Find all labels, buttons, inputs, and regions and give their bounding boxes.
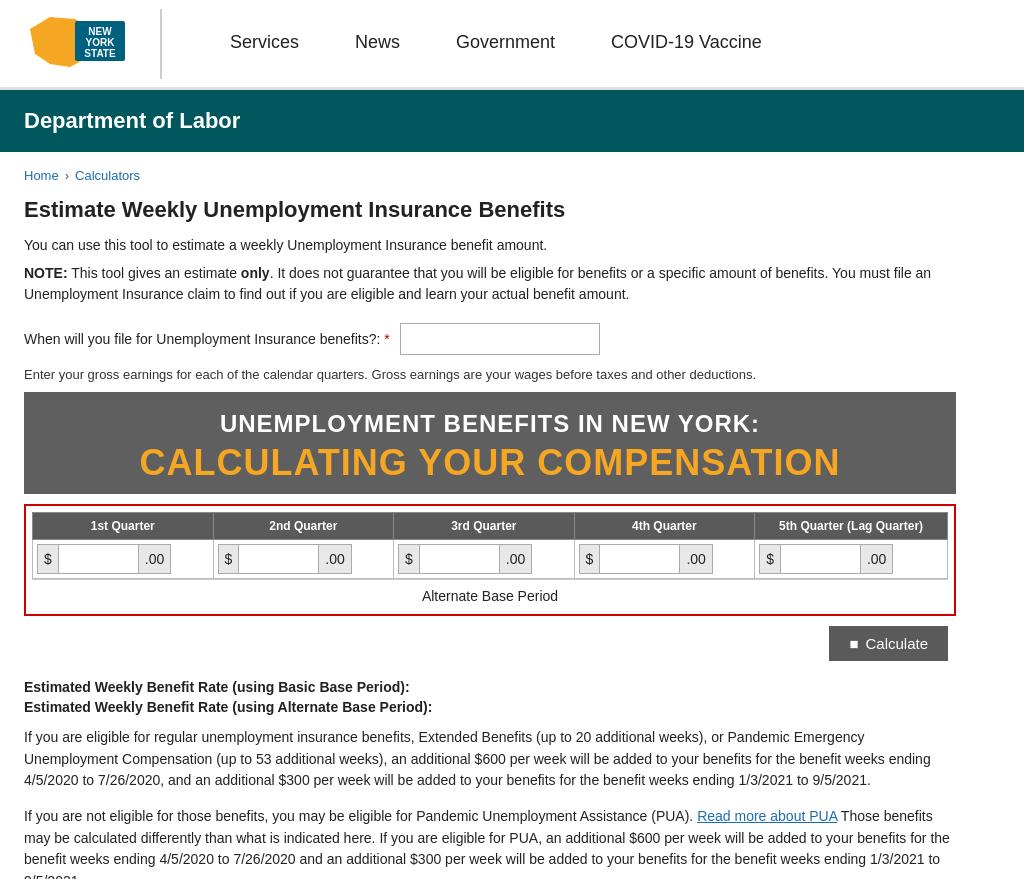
breadcrumb-home[interactable]: Home: [24, 168, 59, 183]
body-text-1: If you are eligible for regular unemploy…: [24, 727, 956, 792]
quarter-input-1[interactable]: [58, 544, 138, 574]
breadcrumb: Home › Calculators: [24, 168, 956, 183]
breadcrumb-separator: ›: [65, 168, 69, 183]
top-navigation: NEW YORK STATE Services News Government …: [0, 0, 1024, 90]
results-section: Estimated Weekly Benefit Rate (using Bas…: [24, 679, 956, 715]
department-banner: Department of Labor: [0, 90, 1024, 152]
svg-text:YORK: YORK: [86, 37, 116, 48]
department-title: Department of Labor: [24, 108, 240, 133]
quarters-table: 1st Quarter 2nd Quarter 3rd Quarter 4th …: [32, 512, 948, 579]
quarter-input-4[interactable]: [599, 544, 679, 574]
cents-label-2: .00: [318, 544, 351, 574]
nav-item-government[interactable]: Government: [428, 0, 583, 89]
quarter-input-cell-4: $ .00: [574, 540, 755, 579]
dollar-sign-1: $: [37, 544, 58, 574]
nav-links: Services News Government COVID-19 Vaccin…: [202, 0, 1004, 89]
basic-result-label: Estimated Weekly Benefit Rate (using Bas…: [24, 679, 956, 695]
earnings-description: Enter your gross earnings for each of th…: [24, 367, 956, 382]
nav-item-services[interactable]: Services: [202, 0, 327, 89]
svg-text:NEW: NEW: [88, 26, 112, 37]
cents-label-5: .00: [860, 544, 893, 574]
calculate-button[interactable]: ■ Calculate: [829, 626, 948, 661]
dollar-sign-2: $: [218, 544, 239, 574]
date-section: When will you file for Unemployment Insu…: [24, 323, 956, 355]
breadcrumb-calculators[interactable]: Calculators: [75, 168, 140, 183]
quarter-input-2[interactable]: [238, 544, 318, 574]
svg-text:STATE: STATE: [84, 48, 116, 59]
quarter-header-2: 2nd Quarter: [213, 513, 394, 540]
intro-text: You can use this tool to estimate a week…: [24, 237, 956, 253]
dollar-sign-5: $: [759, 544, 780, 574]
body-para1: If you are eligible for regular unemploy…: [24, 727, 956, 792]
page-title: Estimate Weekly Unemployment Insurance B…: [24, 197, 956, 223]
quarter-input-3[interactable]: [419, 544, 499, 574]
quarter-input-5[interactable]: [780, 544, 860, 574]
note-box: NOTE: This tool gives an estimate only. …: [24, 263, 956, 305]
body-text-2: If you are not eligible for those benefi…: [24, 806, 956, 879]
required-indicator: *: [384, 331, 389, 347]
date-label: When will you file for Unemployment Insu…: [24, 331, 390, 347]
quarter-header-5: 5th Quarter (Lag Quarter): [755, 513, 948, 540]
dollar-sign-3: $: [398, 544, 419, 574]
alt-base-period-label: Alternate Base Period: [32, 579, 948, 608]
calculate-row: ■ Calculate: [24, 626, 956, 661]
logo-area: NEW YORK STATE: [20, 9, 162, 79]
calc-icon: ■: [849, 635, 858, 652]
ny-state-logo[interactable]: NEW YORK STATE: [20, 9, 130, 79]
quarters-highlight-box: 1st Quarter 2nd Quarter 3rd Quarter 4th …: [24, 504, 956, 616]
date-field-row: When will you file for Unemployment Insu…: [24, 323, 956, 355]
alt-result-label: Estimated Weekly Benefit Rate (using Alt…: [24, 699, 956, 715]
body-para2: If you are not eligible for those benefi…: [24, 806, 956, 879]
quarter-header-3: 3rd Quarter: [394, 513, 575, 540]
note-text: This tool gives an estimate only. It doe…: [24, 265, 931, 302]
cents-label-1: .00: [138, 544, 171, 574]
overlay-banner: UNEMPLOYMENT BENEFITS IN NEW YORK: CALCU…: [24, 392, 956, 494]
quarter-header-4: 4th Quarter: [574, 513, 755, 540]
quarter-input-cell-1: $ .00: [33, 540, 214, 579]
nav-item-news[interactable]: News: [327, 0, 428, 89]
overlay-line1: UNEMPLOYMENT BENEFITS IN NEW YORK:: [34, 410, 946, 438]
quarter-input-cell-3: $ .00: [394, 540, 575, 579]
cents-label-3: .00: [499, 544, 532, 574]
overlay-line2: CALCULATING YOUR COMPENSATION: [34, 442, 946, 484]
quarter-input-cell-2: $ .00: [213, 540, 394, 579]
calc-button-label: Calculate: [865, 635, 928, 652]
cents-label-4: .00: [679, 544, 712, 574]
note-label: NOTE:: [24, 265, 68, 281]
main-content: Home › Calculators Estimate Weekly Unemp…: [0, 152, 980, 879]
pua-link[interactable]: Read more about PUA: [697, 808, 837, 824]
body-text-2-before: If you are not eligible for those benefi…: [24, 808, 693, 824]
date-input[interactable]: [400, 323, 600, 355]
quarter-input-cell-5: $ .00: [755, 540, 948, 579]
quarter-header-1: 1st Quarter: [33, 513, 214, 540]
nav-item-covid[interactable]: COVID-19 Vaccine: [583, 0, 790, 89]
dollar-sign-4: $: [579, 544, 600, 574]
